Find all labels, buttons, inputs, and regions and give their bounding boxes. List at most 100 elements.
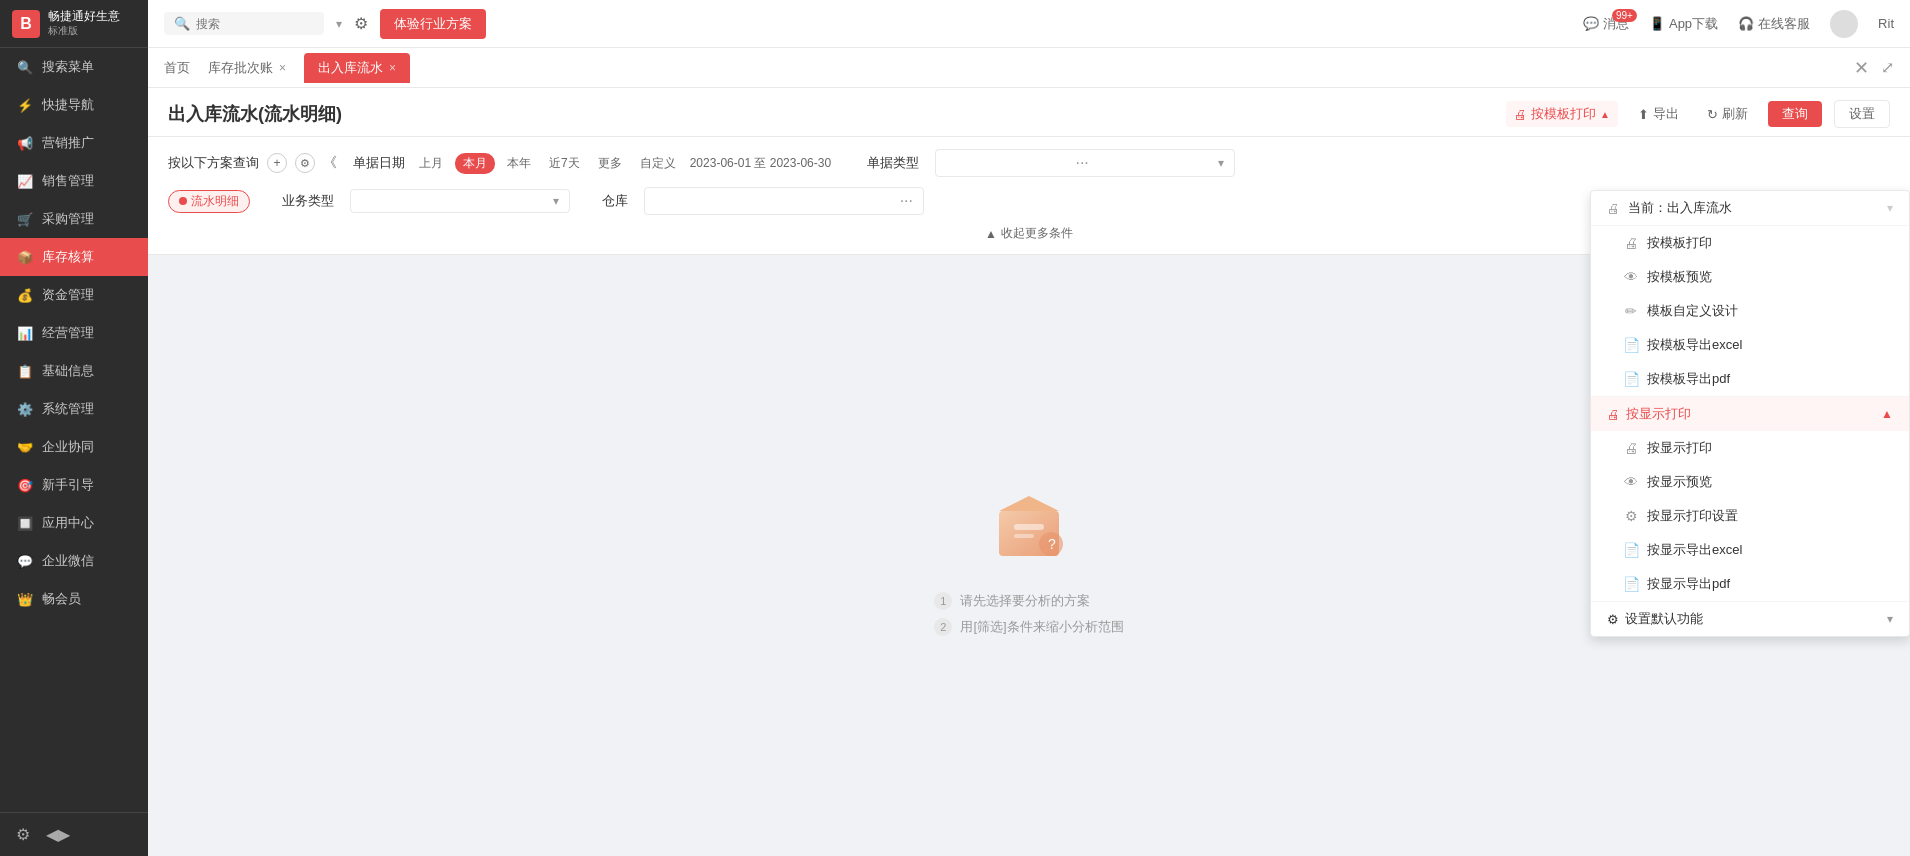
warehouse-input[interactable]: ··· [644, 187, 924, 215]
sidebar-item-marketing[interactable]: 📢 营销推广 [0, 124, 148, 162]
page-title: 出入库流水(流水明细) [168, 102, 342, 126]
export-btn[interactable]: ⬆ 导出 [1630, 101, 1687, 127]
date-btn-this-year[interactable]: 本年 [501, 153, 537, 174]
tab-batch-account-close[interactable]: × [279, 61, 286, 75]
industry-btn[interactable]: 体验行业方案 [380, 9, 486, 39]
message-icon: 💬 [1583, 16, 1599, 31]
filter-row-1: 按以下方案查询 + ⚙ 《 单据日期 上月 本月 本年 近7天 更多 自定义 [168, 149, 1890, 177]
svg-rect-2 [1014, 524, 1044, 530]
display-print-item-0[interactable]: 🖨 按显示打印 [1591, 431, 1909, 465]
sidebar-item-enterprise[interactable]: 🤝 企业协同 [0, 428, 148, 466]
tab-batch-account[interactable]: 库存批次账 × [194, 53, 300, 83]
template-print-up-arrow: ▲ [1600, 109, 1610, 120]
message-btn[interactable]: 💬 消息 99+ [1583, 15, 1629, 33]
sidebar-item-member[interactable]: 👑 畅会员 [0, 580, 148, 618]
topbar-dropdown-icon[interactable]: ▾ [336, 17, 342, 31]
sidebar-item-label-enterprise: 企业协同 [42, 438, 94, 456]
refresh-btn[interactable]: ↻ 刷新 [1699, 101, 1756, 127]
date-btn-7days[interactable]: 近7天 [543, 153, 586, 174]
doc-type-dropdown-icon[interactable]: ▾ [1218, 156, 1224, 170]
sidebar-item-system[interactable]: ⚙️ 系统管理 [0, 390, 148, 428]
refresh-icon: ↻ [1707, 107, 1718, 122]
message-badge: 99+ [1612, 9, 1637, 22]
business-type-dropdown-icon[interactable]: ▾ [553, 194, 559, 208]
page-header: 出入库流水(流水明细) 🖨 按模板打印 ▲ ⬆ 导出 ↻ 刷新 查询 设置 [148, 88, 1910, 137]
tab-home[interactable]: 首页 [164, 59, 190, 77]
sidebar-item-inventory[interactable]: 📦 库存核算 [0, 238, 148, 276]
tab-flow[interactable]: 出入库流水 × [304, 53, 410, 83]
display-print-item-3[interactable]: 📄 按显示导出excel [1591, 533, 1909, 567]
user-avatar[interactable] [1830, 10, 1858, 38]
enterprise-icon: 🤝 [16, 438, 34, 456]
display-print-item-4[interactable]: 📄 按显示导出pdf [1591, 567, 1909, 601]
finance-icon: 💰 [16, 286, 34, 304]
dropdown-footer[interactable]: ⚙ 设置默认功能 ▾ [1591, 602, 1909, 636]
template-print-item-0[interactable]: 🖨 按模板打印 [1591, 226, 1909, 260]
topbar-gear-icon[interactable]: ⚙ [354, 14, 368, 33]
sidebar-item-purchase[interactable]: 🛒 采购管理 [0, 200, 148, 238]
sales-icon: 📈 [16, 172, 34, 190]
empty-step-1: 1 请先选择要分析的方案 [934, 592, 1123, 610]
doc-type-label-group: 单据类型 [867, 154, 919, 172]
template-print-item-4[interactable]: 📄 按模板导出pdf [1591, 362, 1909, 396]
item-pdf-icon-4: 📄 [1623, 371, 1639, 387]
svg-marker-1 [999, 496, 1059, 511]
display-print-header[interactable]: 🖨 按显示打印 ▲ [1591, 397, 1909, 431]
sidebar-item-label-finance: 资金管理 [42, 286, 94, 304]
template-print-item-2[interactable]: ✏ 模板自定义设计 [1591, 294, 1909, 328]
display-print-item-2[interactable]: ⚙ 按显示打印设置 [1591, 499, 1909, 533]
date-filter: 单据日期 上月 本月 本年 近7天 更多 自定义 2023-06-01 至 20… [353, 153, 831, 174]
sidebar-item-sales[interactable]: 📈 销售管理 [0, 162, 148, 200]
sidebar-item-app-center[interactable]: 🔲 应用中心 [0, 504, 148, 542]
filter-setting-btn[interactable]: ⚙ [295, 153, 315, 173]
sidebar-item-quick-nav[interactable]: ⚡ 快捷导航 [0, 86, 148, 124]
date-btn-this-month[interactable]: 本月 [455, 153, 495, 174]
step-2-num: 2 [934, 618, 952, 636]
warehouse-more-icon[interactable]: ··· [900, 192, 913, 210]
filter-add-btn[interactable]: + [267, 153, 287, 173]
dropdown-current-item[interactable]: 🖨 当前：出入库流水 ▾ [1591, 191, 1909, 226]
display-print-section: 🖨 按显示打印 ▲ 🖨 按显示打印 👁 按显示预览 ⚙ 按显示打印设置 [1591, 397, 1909, 602]
sidebar-item-guide[interactable]: 🎯 新手引导 [0, 466, 148, 504]
date-btn-more[interactable]: 更多 [592, 153, 628, 174]
sidebar-item-finance[interactable]: 💰 资金管理 [0, 276, 148, 314]
sidebar-item-operations[interactable]: 📊 经营管理 [0, 314, 148, 352]
filter-collapse-btn[interactable]: 《 [323, 154, 337, 172]
sidebar-item-search[interactable]: 🔍 搜索菜单 [0, 48, 148, 86]
date-quick-btns: 上月 本月 本年 近7天 更多 自定义 [413, 153, 682, 174]
template-print-item-1[interactable]: 👁 按模板预览 [1591, 260, 1909, 294]
query-btn[interactable]: 查询 [1768, 101, 1822, 127]
sidebar-item-basic[interactable]: 📋 基础信息 [0, 352, 148, 390]
sidebar-item-wechat[interactable]: 💬 企业微信 [0, 542, 148, 580]
template-print-item-3[interactable]: 📄 按模板导出excel [1591, 328, 1909, 362]
app-download-btn[interactable]: 📱 App下载 [1649, 15, 1718, 33]
tab-flow-close[interactable]: × [389, 61, 396, 75]
search-input[interactable] [196, 17, 296, 31]
item-excel-icon-3: 📄 [1623, 337, 1639, 353]
username-label[interactable]: Rit [1878, 16, 1894, 31]
disp-printer-icon-0: 🖨 [1623, 440, 1639, 456]
online-service-btn[interactable]: 🎧 在线客服 [1738, 15, 1810, 33]
display-print-item-1[interactable]: 👁 按显示预览 [1591, 465, 1909, 499]
doc-type-input[interactable]: ··· ▾ [935, 149, 1235, 177]
template-print-btn[interactable]: 🖨 按模板打印 ▲ [1506, 101, 1618, 127]
dropdown-footer-label: ⚙ 设置默认功能 [1607, 610, 1703, 628]
search-icon: 🔍 [16, 58, 34, 76]
content-area: 出入库流水(流水明细) 🖨 按模板打印 ▲ ⬆ 导出 ↻ 刷新 查询 设置 [148, 88, 1910, 856]
display-print-title: 🖨 按显示打印 [1607, 405, 1691, 423]
topbar-search-box[interactable]: 🔍 [164, 12, 324, 35]
sidebar-item-label-basic: 基础信息 [42, 362, 94, 380]
collapse-icon[interactable]: ◀▶ [46, 825, 70, 844]
doc-type-more-icon[interactable]: ··· [1075, 154, 1088, 172]
date-btn-last-month[interactable]: 上月 [413, 153, 449, 174]
page-actions: 🖨 按模板打印 ▲ ⬆ 导出 ↻ 刷新 查询 设置 [1506, 100, 1890, 128]
date-btn-custom[interactable]: 自定义 [634, 153, 682, 174]
logo-name: 畅捷通好生意 [48, 9, 120, 25]
tab-expand-icon[interactable]: ⤢ [1881, 58, 1894, 77]
settings-btn[interactable]: 设置 [1834, 100, 1890, 128]
tabs-bar: 首页 库存批次账 × 出入库流水 × ✕ ⤢ [148, 48, 1910, 88]
settings-icon[interactable]: ⚙ [16, 825, 30, 844]
business-type-select[interactable]: ▾ [350, 189, 570, 213]
active-filter-tag[interactable]: 流水明细 [168, 190, 250, 213]
tab-close-all-icon[interactable]: ✕ [1854, 59, 1869, 77]
